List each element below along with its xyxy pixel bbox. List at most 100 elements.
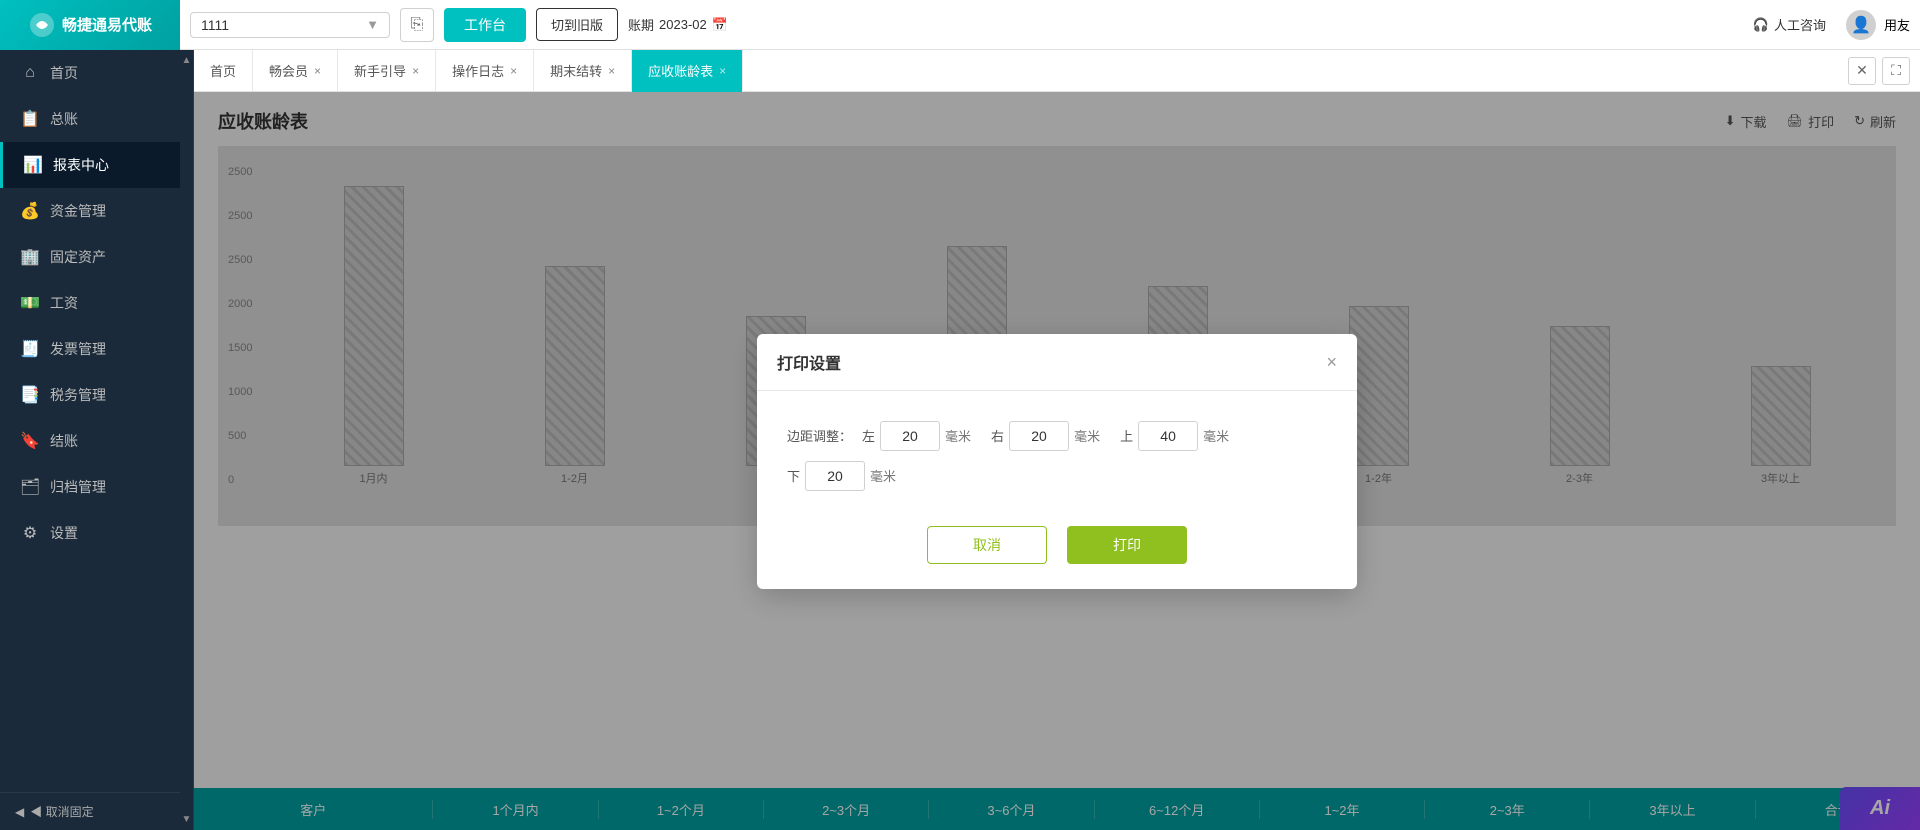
sidebar: ⌂ 首页 📋 总账 📊 报表中心 💰 资金管理 🏢 固定资产 [0, 50, 180, 830]
sidebar-item-reports[interactable]: 📊 报表中心 [0, 142, 180, 188]
tab-home[interactable]: 首页 [194, 50, 253, 92]
payroll-icon: 💵 [20, 293, 40, 313]
invoice-icon: 🧾 [20, 339, 40, 359]
tab-guide[interactable]: 新手引导 × [338, 50, 436, 92]
dialog-footer: 取消 打印 [757, 511, 1357, 589]
funds-icon: 💰 [20, 201, 40, 221]
company-selector[interactable]: 1111 ▼ [190, 12, 390, 38]
dialog-close-button[interactable]: × [1326, 353, 1337, 371]
tab-close-aging[interactable]: × [719, 64, 726, 78]
tab-label-period-end: 期末结转 [550, 61, 602, 80]
sidebar-item-invoice[interactable]: 🧾 发票管理 [0, 326, 180, 372]
settings-icon: ⚙ [20, 523, 40, 543]
copy-button[interactable]: ⎘ [400, 8, 434, 42]
user-info[interactable]: 👤 用友 [1846, 10, 1910, 40]
dialog-print-button[interactable]: 打印 [1067, 526, 1187, 564]
sidebar-item-label-archive: 归档管理 [50, 477, 106, 497]
headset-icon: 🎧 [1753, 17, 1769, 33]
workbench-button[interactable]: 工作台 [444, 8, 526, 42]
avatar-icon: 👤 [1851, 15, 1871, 35]
margin-row: 边距调整： 左 毫米 右 毫米 [787, 421, 1327, 491]
bottom-margin-input[interactable] [805, 461, 865, 491]
content-area: 首页 畅会员 × 新手引导 × 操作日志 × 期末结转 × 应收账龄表 × [194, 50, 1920, 830]
sidebar-item-label-home: 首页 [50, 63, 78, 83]
tab-label-member: 畅会员 [269, 61, 308, 80]
print-settings-dialog: 打印设置 × 边距调整： 左 毫米 右 [757, 334, 1357, 589]
tab-label-guide: 新手引导 [354, 61, 406, 80]
margin-group-right: 右 毫米 [991, 421, 1100, 451]
tab-close-period-end[interactable]: × [608, 64, 615, 78]
logo: 畅捷通易代账 [0, 0, 180, 50]
tab-member[interactable]: 畅会员 × [253, 50, 338, 92]
sidebar-item-label-reports: 报表中心 [53, 155, 109, 175]
sidebar-item-ledger[interactable]: 📋 总账 [0, 96, 180, 142]
sidebar-item-settings[interactable]: ⚙ 设置 [0, 510, 180, 556]
dialog-body: 边距调整： 左 毫米 右 毫米 [757, 391, 1357, 511]
tab-expand-button[interactable]: ⛶ [1882, 57, 1910, 85]
tab-oplog[interactable]: 操作日志 × [436, 50, 534, 92]
left-unit: 毫米 [945, 426, 971, 445]
tax-icon: 📑 [20, 385, 40, 405]
company-dropdown-icon: ▼ [366, 17, 379, 32]
margin-group-top: 上 毫米 [1120, 421, 1229, 451]
assets-icon: 🏢 [20, 247, 40, 267]
archive-icon: 🗂 [20, 477, 40, 497]
sidebar-item-archive[interactable]: 🗂 归档管理 [0, 464, 180, 510]
right-label: 右 [991, 426, 1004, 445]
sidebar-item-checkout[interactable]: 🔖 结账 [0, 418, 180, 464]
sidebar-scroll: ⌂ 首页 📋 总账 📊 报表中心 💰 资金管理 🏢 固定资产 [0, 50, 180, 792]
dialog-title: 打印设置 [777, 350, 841, 374]
consulting-button[interactable]: 🎧 人工咨询 [1753, 15, 1826, 34]
company-name: 1111 [201, 17, 361, 33]
header-right: 🎧 人工咨询 👤 用友 [1753, 10, 1910, 40]
logo-text: 畅捷通易代账 [62, 14, 152, 35]
old-version-button[interactable]: 切到旧版 [536, 8, 618, 41]
user-label: 用友 [1884, 15, 1910, 34]
tab-close-member[interactable]: × [314, 64, 321, 78]
sidebar-item-tax[interactable]: 📑 税务管理 [0, 372, 180, 418]
sidebar-item-label-payroll: 工资 [50, 293, 78, 313]
reports-icon: 📊 [23, 155, 43, 175]
top-header: 畅捷通易代账 1111 ▼ ⎘ 工作台 切到旧版 账期 2023-02 📅 🎧 … [0, 0, 1920, 50]
sidebar-item-assets[interactable]: 🏢 固定资产 [0, 234, 180, 280]
tab-period-end[interactable]: 期末结转 × [534, 50, 632, 92]
right-margin-input[interactable] [1009, 421, 1069, 451]
period-info: 账期 2023-02 📅 [628, 15, 728, 34]
page-content: 应收账龄表 ⬇ 下载 🖨 打印 ↻ 刷新 [194, 92, 1920, 830]
scroll-down-arrow[interactable]: ▼ [182, 814, 192, 825]
sidebar-item-funds[interactable]: 💰 资金管理 [0, 188, 180, 234]
dialog-header: 打印设置 × [757, 334, 1357, 391]
modal-overlay: 打印设置 × 边距调整： 左 毫米 右 [194, 92, 1920, 830]
tabs-bar: 首页 畅会员 × 新手引导 × 操作日志 × 期末结转 × 应收账龄表 × [194, 50, 1920, 92]
margin-group-bottom: 下 毫米 [787, 461, 896, 491]
margin-adjust-label: 边距调整： [787, 426, 852, 445]
sidebar-item-home[interactable]: ⌂ 首页 [0, 50, 180, 96]
collapse-arrow-icon: ◀ [15, 805, 24, 819]
collapse-label: ◀ 取消固定 [30, 803, 93, 820]
sidebar-item-label-invoice: 发票管理 [50, 339, 106, 359]
tab-close-oplog[interactable]: × [510, 64, 517, 78]
sidebar-scroll-arrows: ▲ ▼ [180, 50, 194, 830]
cancel-button[interactable]: 取消 [927, 526, 1047, 564]
margin-group-left: 左 毫米 [862, 421, 971, 451]
top-unit: 毫米 [1203, 426, 1229, 445]
right-unit: 毫米 [1074, 426, 1100, 445]
sidebar-item-payroll[interactable]: 💵 工资 [0, 280, 180, 326]
ledger-icon: 📋 [20, 109, 40, 129]
checkout-icon: 🔖 [20, 431, 40, 451]
sidebar-item-label-settings: 设置 [50, 523, 78, 543]
sidebar-item-label-checkout: 结账 [50, 431, 78, 451]
tab-close-guide[interactable]: × [412, 64, 419, 78]
sidebar-collapse[interactable]: ◀ ◀ 取消固定 [0, 792, 180, 830]
top-margin-input[interactable] [1138, 421, 1198, 451]
scroll-up-arrow[interactable]: ▲ [182, 55, 192, 66]
period-calendar-icon[interactable]: 📅 [712, 17, 728, 33]
left-margin-input[interactable] [880, 421, 940, 451]
sidebar-item-label-funds: 资金管理 [50, 201, 106, 221]
tabs-right: ✕ ⛶ [1848, 57, 1920, 85]
period-value: 2023-02 [659, 17, 707, 32]
left-label: 左 [862, 426, 875, 445]
sidebar-item-label-tax: 税务管理 [50, 385, 106, 405]
tab-aging[interactable]: 应收账龄表 × [632, 50, 743, 92]
tab-close-all-button[interactable]: ✕ [1848, 57, 1876, 85]
